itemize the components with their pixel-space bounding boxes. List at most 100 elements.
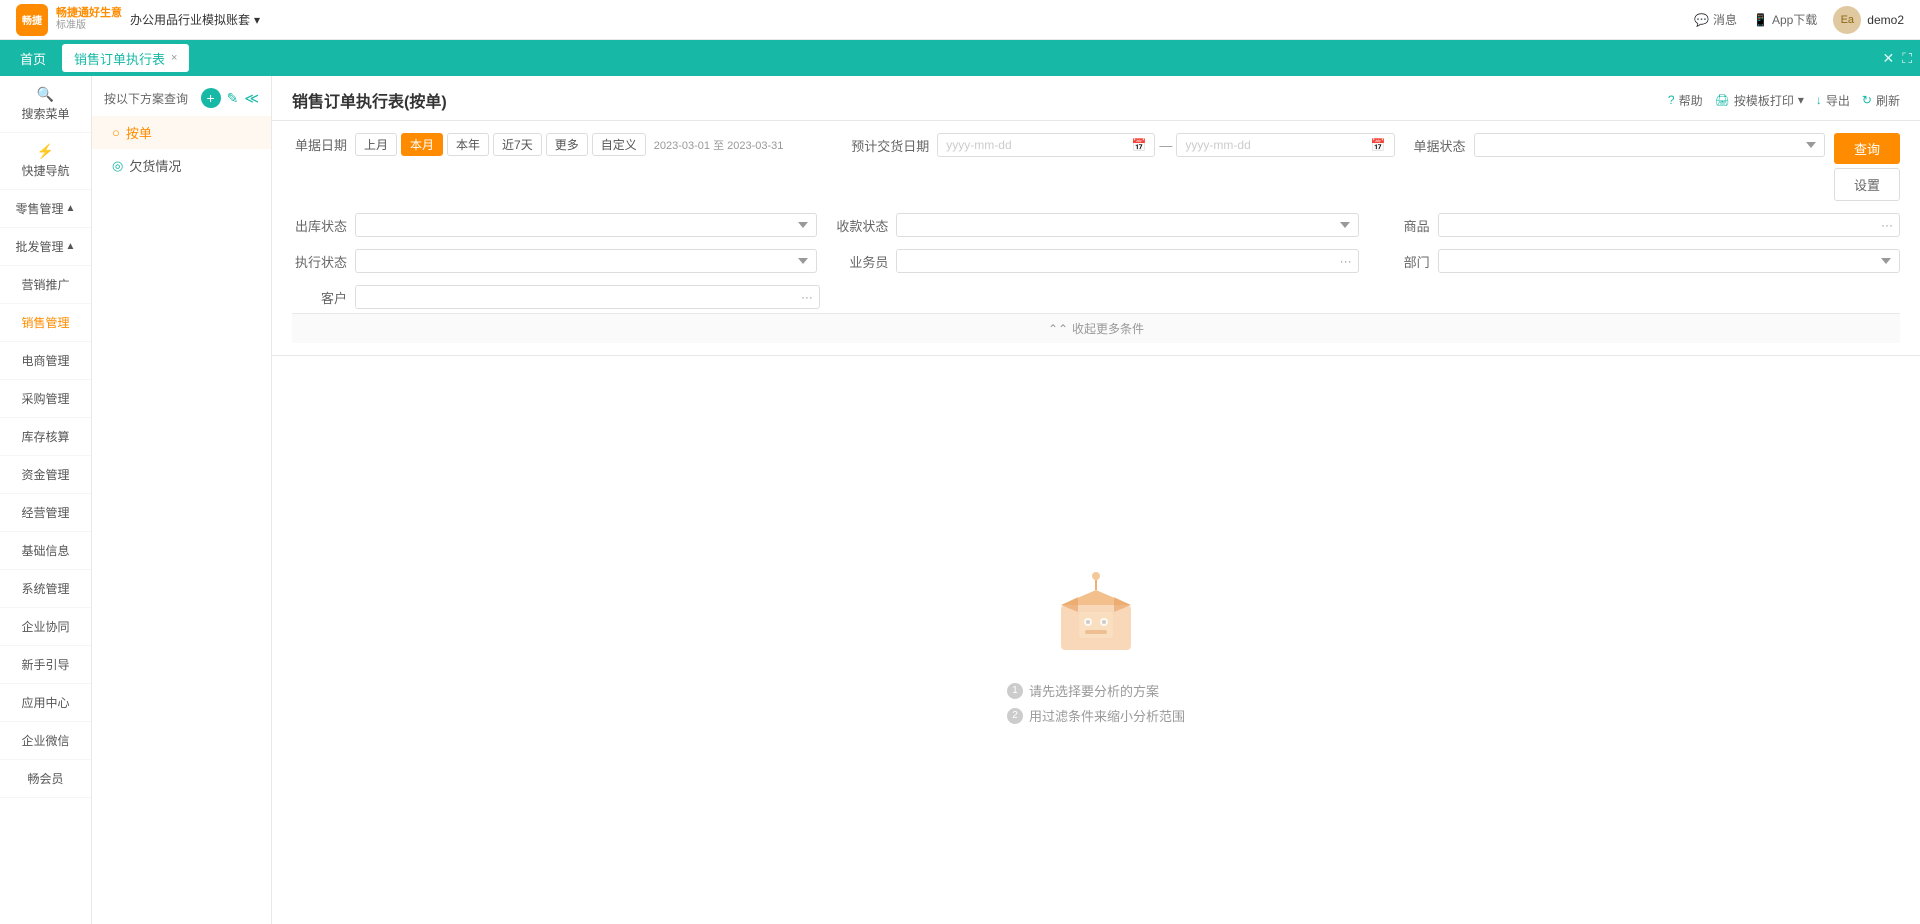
date-filter: 单据日期 上月 本月 本年 近7天 更多 自定义 2023-03-01 至 20… xyxy=(292,133,835,156)
export-button[interactable]: ↓ 导出 xyxy=(1816,92,1850,109)
nav-item-by-order[interactable]: ○ 按单 xyxy=(92,116,271,149)
sales-person-more-icon[interactable]: ··· xyxy=(1334,254,1358,268)
top-bar-left: 畅捷 畅捷通好生意 标准版 办公用品行业模拟账套 ▾ xyxy=(16,4,260,36)
sidebar-item-guide[interactable]: 新手引导 xyxy=(0,646,91,684)
date-btn-this-year[interactable]: 本年 xyxy=(447,133,489,156)
sidebar-item-finance[interactable]: 资金管理 xyxy=(0,456,91,494)
refresh-icon: ↻ xyxy=(1862,93,1872,107)
page-actions: ? 帮助 🖨 按模板打印 ▾ ↓ 导出 ↻ 刷新 xyxy=(1668,92,1900,109)
app-title-line2: 标准版 xyxy=(56,20,122,32)
close-window-icon[interactable]: ✕ xyxy=(1882,50,1894,67)
customer-input[interactable] xyxy=(356,286,795,308)
edit-scheme-button[interactable]: ✎ xyxy=(227,90,239,107)
expected-date-start[interactable]: yyyy-mm-dd 📅 xyxy=(937,133,1155,157)
order-status-select[interactable] xyxy=(1474,133,1825,157)
nav-item-shortage[interactable]: ◎ 欠货情况 xyxy=(92,149,271,182)
query-actions: 查询 设置 xyxy=(1834,133,1900,201)
date-range-separator: — xyxy=(1159,138,1172,153)
date-btn-custom[interactable]: 自定义 xyxy=(592,133,646,156)
order-status-filter: 单据状态 ▾ xyxy=(1411,133,1818,157)
user-name-label: demo2 xyxy=(1867,13,1904,27)
dept-label: 部门 xyxy=(1375,252,1430,271)
empty-tip-1: 1 请先选择要分析的方案 xyxy=(1007,681,1185,700)
date-range-text: 2023-03-01 至 2023-03-31 xyxy=(654,137,784,153)
chevron-icon-retail: ▲ xyxy=(66,203,76,214)
query-button[interactable]: 查询 xyxy=(1834,133,1900,164)
sidebar-item-search[interactable]: 🔍 搜索菜单 xyxy=(0,76,91,133)
collapse-panel-button[interactable]: ≪ xyxy=(244,90,259,107)
sidebar-item-collab[interactable]: 企业协同 xyxy=(0,608,91,646)
export-icon: ↓ xyxy=(1816,93,1822,107)
sidebar-item-sales[interactable]: 销售管理 xyxy=(0,304,91,342)
payment-select[interactable] xyxy=(896,213,1358,237)
sidebar-item-ecommerce[interactable]: 电商管理 xyxy=(0,342,91,380)
empty-tip-2: 2 用过滤条件来缩小分析范围 xyxy=(1007,706,1185,725)
left-panel: 按以下方案查询 + ✎ ≪ ○ 按单 ◎ 欠货情况 xyxy=(92,76,272,924)
add-scheme-button[interactable]: + xyxy=(201,88,221,108)
calendar-icon-end: 📅 xyxy=(1371,138,1386,152)
date-btn-last-month[interactable]: 上月 xyxy=(355,133,397,156)
page-title: 销售订单执行表(按单) xyxy=(292,88,447,112)
message-button[interactable]: 💬 消息 xyxy=(1694,11,1737,28)
customer-more-icon[interactable]: ··· xyxy=(795,290,819,304)
customer-input-wrap: ··· xyxy=(355,285,820,309)
goods-more-icon[interactable]: ··· xyxy=(1875,218,1899,232)
filter-row-4: 客户 ··· xyxy=(292,285,1900,309)
empty-tips: 1 请先选择要分析的方案 2 用过滤条件来缩小分析范围 xyxy=(1007,681,1185,725)
date-btn-this-month[interactable]: 本月 xyxy=(401,133,443,156)
left-panel-actions: + ✎ ≪ xyxy=(201,88,259,108)
shipping-select[interactable] xyxy=(355,213,817,237)
page-wrapper: 按以下方案查询 + ✎ ≪ ○ 按单 ◎ 欠货情况 销售订单执行表(按单) xyxy=(92,76,1920,924)
download-icon: 📱 xyxy=(1753,13,1768,27)
sidebar-item-appstore[interactable]: 应用中心 xyxy=(0,684,91,722)
industry-selector[interactable]: 办公用品行业模拟账套 ▾ xyxy=(130,11,260,28)
help-button[interactable]: ? 帮助 xyxy=(1668,92,1703,109)
tab-close-icon[interactable]: × xyxy=(171,52,177,64)
tab-bar-right: ✕ ⛶ xyxy=(1882,50,1912,67)
main-content: 销售订单执行表(按单) ? 帮助 🖨 按模板打印 ▾ ↓ 导出 xyxy=(272,76,1920,924)
search-icon: 🔍 xyxy=(37,86,54,103)
goods-input[interactable] xyxy=(1439,214,1875,236)
sidebar-item-wechat[interactable]: 企业微信 xyxy=(0,722,91,760)
tab-active[interactable]: 销售订单执行表 × xyxy=(62,44,189,72)
setting-button[interactable]: 设置 xyxy=(1834,168,1900,201)
print-chevron-icon: ▾ xyxy=(1798,93,1804,107)
date-btn-7days[interactable]: 近7天 xyxy=(493,133,542,156)
print-template-button[interactable]: 🖨 按模板打印 ▾ xyxy=(1715,92,1804,109)
sidebar-item-retail[interactable]: 零售管理 ▲ xyxy=(0,190,91,228)
date-btn-more[interactable]: 更多 xyxy=(546,133,588,156)
tip-num-1: 1 xyxy=(1007,683,1023,699)
sales-person-input-wrap: ··· xyxy=(896,249,1358,273)
dept-select[interactable] xyxy=(1438,249,1900,273)
shipping-filter: 出库状态 xyxy=(292,213,817,237)
collapse-bar[interactable]: ⌃⌃ 收起更多条件 xyxy=(292,313,1900,343)
expected-date-end[interactable]: yyyy-mm-dd 📅 xyxy=(1176,133,1394,157)
collapse-icon: ⌃⌃ xyxy=(1048,322,1068,336)
left-panel-header: 按以下方案查询 + ✎ ≪ xyxy=(92,84,271,116)
refresh-button[interactable]: ↻ 刷新 xyxy=(1862,92,1900,109)
sidebar-item-marketing[interactable]: 营销推广 xyxy=(0,266,91,304)
sidebar-item-basic[interactable]: 基础信息 xyxy=(0,532,91,570)
nav-icon-shortage: ◎ xyxy=(112,158,123,174)
top-bar-right: 💬 消息 📱 App下载 Ea demo2 xyxy=(1694,6,1904,34)
sidebar-item-member[interactable]: 畅会员 xyxy=(0,760,91,798)
filter-area: 单据日期 上月 本月 本年 近7天 更多 自定义 2023-03-01 至 20… xyxy=(272,121,1920,356)
empty-icon-svg xyxy=(1041,560,1151,660)
app-download-button[interactable]: 📱 App下载 xyxy=(1753,11,1817,28)
sidebar-item-quick[interactable]: ⚡ 快捷导航 xyxy=(0,133,91,190)
top-bar: 畅捷 畅捷通好生意 标准版 办公用品行业模拟账套 ▾ 💬 消息 📱 App下载 … xyxy=(0,0,1920,40)
sidebar-item-system[interactable]: 系统管理 xyxy=(0,570,91,608)
sales-person-input[interactable] xyxy=(897,250,1333,272)
maximize-icon[interactable]: ⛶ xyxy=(1902,50,1912,67)
sidebar-item-wholesale[interactable]: 批发管理 ▲ xyxy=(0,228,91,266)
tab-home[interactable]: 首页 xyxy=(8,44,58,72)
sidebar-item-purchase[interactable]: 采购管理 xyxy=(0,380,91,418)
sidebar-item-operation[interactable]: 经营管理 xyxy=(0,494,91,532)
sidebar-item-inventory[interactable]: 库存核算 xyxy=(0,418,91,456)
filter-row-2: 出库状态 收款状态 xyxy=(292,213,1900,237)
empty-illustration xyxy=(1036,555,1156,665)
nav-icon-by-order: ○ xyxy=(112,125,120,140)
exec-status-select[interactable] xyxy=(355,249,817,273)
main-layout: 🔍 搜索菜单 ⚡ 快捷导航 零售管理 ▲ 批发管理 ▲ 营销推广 销售管理 电商… xyxy=(0,76,1920,924)
user-menu[interactable]: Ea demo2 xyxy=(1833,6,1904,34)
